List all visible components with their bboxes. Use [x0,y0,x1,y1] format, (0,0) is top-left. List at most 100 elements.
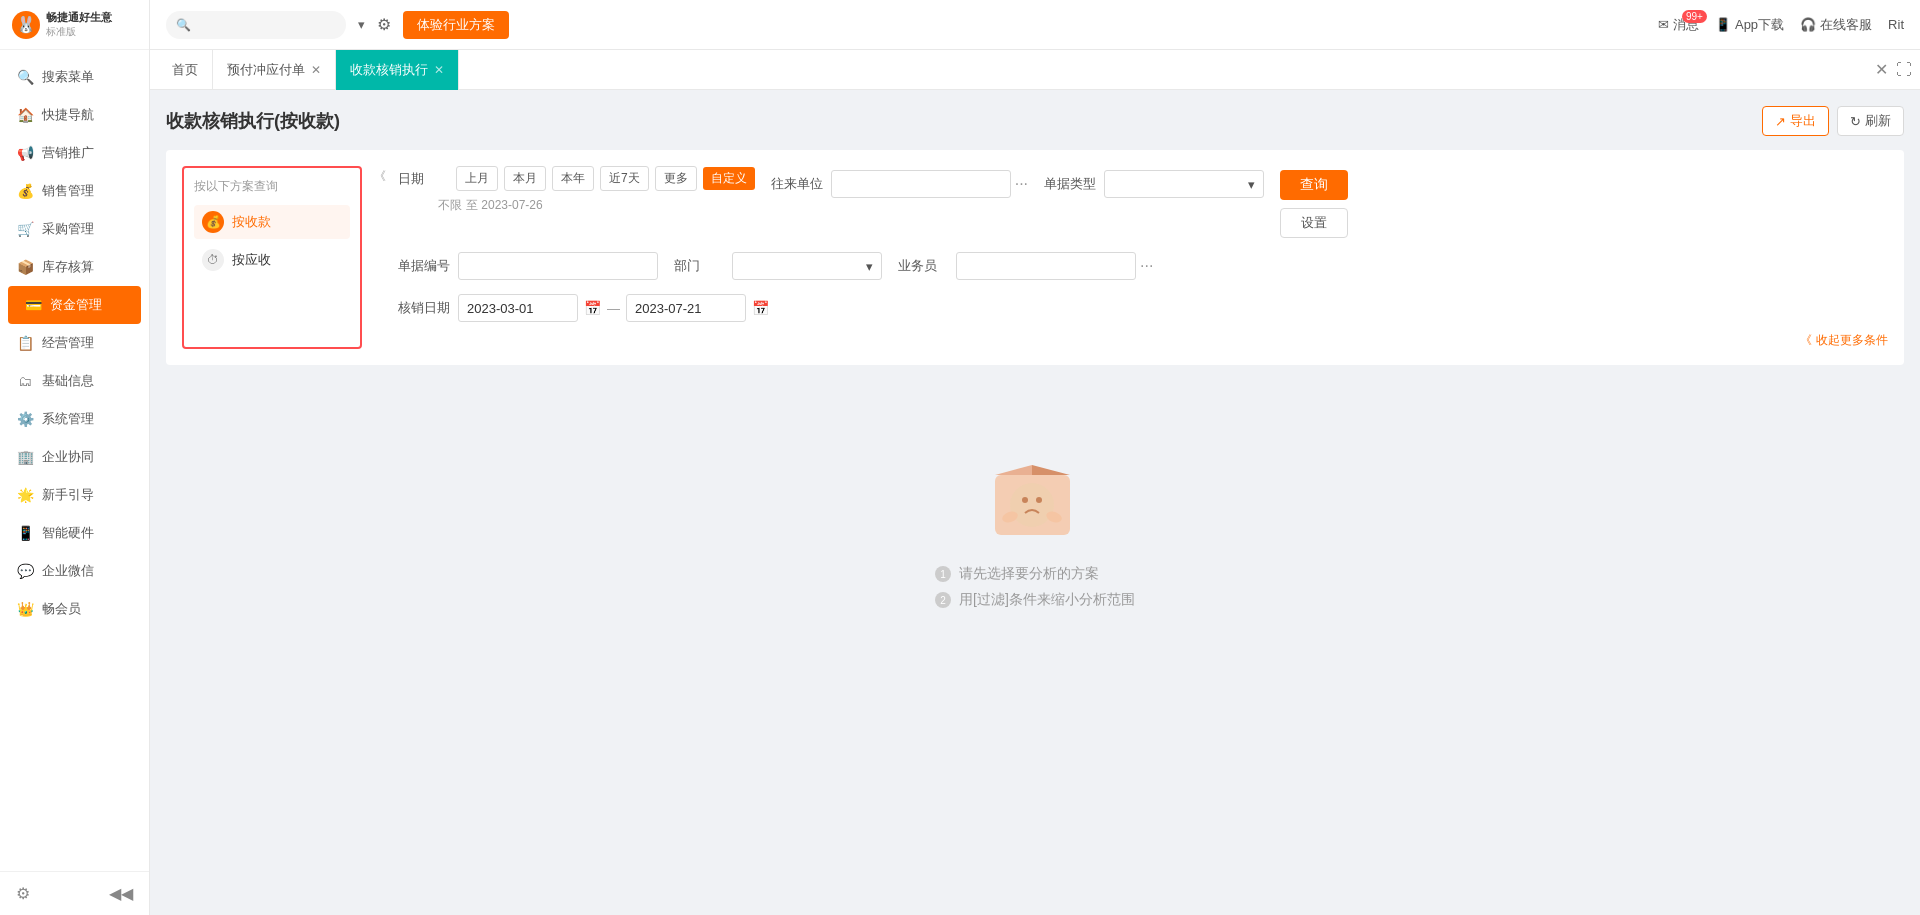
date-btn-more[interactable]: 更多 [655,166,697,191]
calendar-end-icon[interactable]: 📅 [752,300,769,316]
sidebar-logo: 🐰 畅捷通好生意 标准版 [0,0,149,50]
main-area: 🔍 ▾ ⚙ 体验行业方案 ✉ 消息 99+ 📱 App下载 🎧 在线客服 Rit [150,0,1920,915]
close-tab-icon[interactable]: ✕ [1875,60,1888,79]
collection-scheme-icon: 💰 [202,211,224,233]
empty-text-group: 1 请先选择要分析的方案 2 用[过滤]条件来缩小分析范围 [935,565,1135,609]
sidebar-item-search[interactable]: 🔍 搜索菜单 [0,58,149,96]
verify-date-start-input[interactable] [458,294,578,322]
date-btn-this-year[interactable]: 本年 [552,166,594,191]
tab-prepay[interactable]: 预付冲应付单 ✕ [213,50,336,90]
system-icon: ⚙️ [16,410,34,428]
tab-bar: 首页 预付冲应付单 ✕ 收款核销执行 ✕ ✕ ⛶ [150,50,1920,90]
sales-icon: 💰 [16,182,34,200]
enterprise-icon: 🏢 [16,448,34,466]
sidebar-item-marketing[interactable]: 📢 营销推广 [0,134,149,172]
salesperson-label: 业务员 [898,257,948,275]
sidebar-item-finance[interactable]: 💳 资金管理 [8,286,141,324]
sidebar-item-quicknav[interactable]: 🏠 快捷导航 [0,96,149,134]
sidebar-item-sales[interactable]: 💰 销售管理 [0,172,149,210]
sidebar-item-system[interactable]: ⚙️ 系统管理 [0,400,149,438]
page-title: 收款核销执行(按收款) [166,109,340,133]
tab-close-collection-icon[interactable]: ✕ [434,63,444,77]
basic-info-icon: 🗂 [16,372,34,390]
dept-select-arrow-icon: ▾ [866,259,873,274]
inventory-icon: 📦 [16,258,34,276]
search-icon: 🔍 [176,18,191,32]
counterparty-dots-icon[interactable]: ··· [1015,175,1028,193]
collapse-sidebar-icon[interactable]: ◀◀ [109,884,133,903]
sidebar: 🐰 畅捷通好生意 标准版 🔍 搜索菜单 🏠 快捷导航 📢 营销推广 💰 销售管理… [0,0,150,915]
salesperson-input[interactable] [956,252,1136,280]
export-button[interactable]: ↗ 导出 [1762,106,1829,136]
sidebar-item-basic-info[interactable]: 🗂 基础信息 [0,362,149,400]
sidebar-item-guide[interactable]: 🌟 新手引导 [0,476,149,514]
empty-state: 1 请先选择要分析的方案 2 用[过滤]条件来缩小分析范围 [166,365,1904,689]
verify-date-end-input[interactable] [626,294,746,322]
sidebar-item-purchase[interactable]: 🛒 采购管理 [0,210,149,248]
content-area: 收款核销执行(按收款) ↗ 导出 ↻ 刷新 按以下方案查询 💰 按收款 [150,90,1920,915]
salesperson-dots-icon[interactable]: ··· [1140,257,1153,275]
tab-collection[interactable]: 收款核销执行 ✕ [336,50,459,90]
svg-marker-1 [995,465,1032,475]
date-btn-this-month[interactable]: 本月 [504,166,546,191]
sidebar-item-enterprise[interactable]: 🏢 企业协同 [0,438,149,476]
tab-home[interactable]: 首页 [158,50,213,90]
guide-icon: 🌟 [16,486,34,504]
topbar: 🔍 ▾ ⚙ 体验行业方案 ✉ 消息 99+ 📱 App下载 🎧 在线客服 Rit [150,0,1920,50]
svg-marker-2 [1032,465,1070,475]
setting-button[interactable]: 设置 [1280,208,1348,238]
user-name[interactable]: Rit [1888,17,1904,32]
doc-no-label: 单据编号 [398,257,450,275]
doc-type-select[interactable]: ▾ [1104,170,1264,198]
online-service-button[interactable]: 🎧 在线客服 [1800,16,1872,34]
headset-icon: 🎧 [1800,17,1816,32]
search-icon: 🔍 [16,68,34,86]
search-bar[interactable]: 🔍 [166,11,346,39]
select-arrow-icon: ▾ [1248,177,1255,192]
app-download-button[interactable]: 📱 App下载 [1715,16,1784,34]
filter-option-by-collection[interactable]: 💰 按收款 [194,205,350,239]
member-icon: 👑 [16,600,34,618]
topbar-gear-icon[interactable]: ⚙ [377,15,391,34]
receivable-scheme-icon: ⏱ [202,249,224,271]
dept-select[interactable]: ▾ [732,252,882,280]
date-custom-badge[interactable]: 自定义 [703,167,755,190]
sidebar-item-hardware[interactable]: 📱 智能硬件 [0,514,149,552]
counterparty-input[interactable] [831,170,1011,198]
maximize-icon[interactable]: ⛶ [1896,61,1912,79]
wechat-icon: 💬 [16,562,34,580]
doc-no-input[interactable] [458,252,658,280]
date-btn-7days[interactable]: 近7天 [600,166,649,191]
date-buttons: 上月 本月 本年 近7天 更多 自定义 [456,166,755,191]
calendar-start-icon[interactable]: 📅 [584,300,601,316]
filter-option-by-receivable[interactable]: ⏱ 按应收 [194,243,350,277]
hardware-icon: 📱 [16,524,34,542]
svg-point-3 [1010,483,1054,527]
settings-icon[interactable]: ⚙ [16,884,30,903]
filter-scheme-panel: 按以下方案查询 💰 按收款 ⏱ 按应收 [182,166,362,349]
dept-label: 部门 [674,257,724,275]
sidebar-item-management[interactable]: 📋 经营管理 [0,324,149,362]
message-button[interactable]: ✉ 消息 99+ [1658,16,1699,34]
tab-close-prepay-icon[interactable]: ✕ [311,63,321,77]
sidebar-nav: 🔍 搜索菜单 🏠 快捷导航 📢 营销推广 💰 销售管理 🛒 采购管理 📦 库存核… [0,50,149,871]
date-to-text: 至 2023-07-26 [466,197,543,214]
query-button[interactable]: 查询 [1280,170,1348,200]
sidebar-item-inventory[interactable]: 📦 库存核算 [0,248,149,286]
empty-step-2: 2 用[过滤]条件来缩小分析范围 [935,591,1135,609]
home-icon: 🏠 [16,106,34,124]
collapse-more-button[interactable]: 《 收起更多条件 [398,332,1888,349]
solution-button[interactable]: 体验行业方案 [403,11,509,39]
empty-illustration [975,445,1095,545]
sidebar-item-member[interactable]: 👑 畅会员 [0,590,149,628]
topbar-right: ✉ 消息 99+ 📱 App下载 🎧 在线客服 Rit [1658,16,1904,34]
date-btn-last-month[interactable]: 上月 [456,166,498,191]
filter-collapse-icon[interactable]: 《 [374,168,386,185]
sidebar-item-wechat[interactable]: 💬 企业微信 [0,552,149,590]
phone-icon: 📱 [1715,17,1731,32]
verify-date-label: 核销日期 [398,299,450,317]
dropdown-arrow-icon[interactable]: ▾ [358,17,365,32]
marketing-icon: 📢 [16,144,34,162]
filter-scheme-title: 按以下方案查询 [194,178,350,195]
refresh-button[interactable]: ↻ 刷新 [1837,106,1904,136]
